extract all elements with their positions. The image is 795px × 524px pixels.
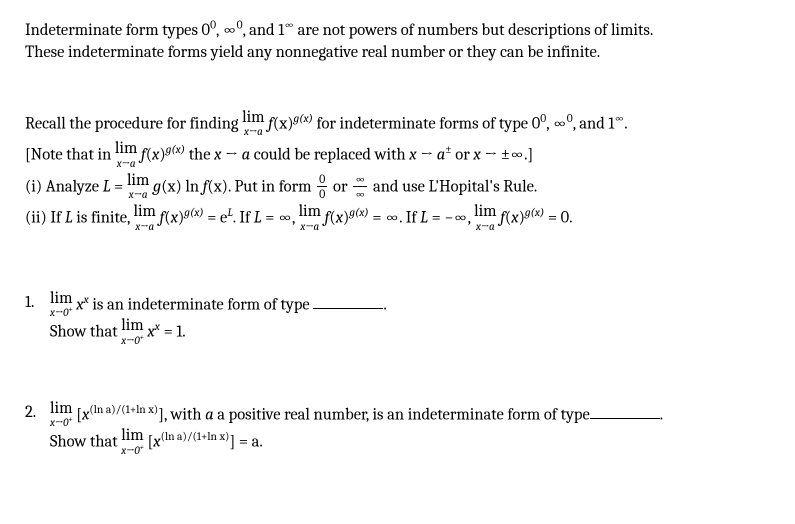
note-line: [Note that in limx→a f(x)g(x) the x → a … [25,142,770,170]
q2-number: 2. [25,402,50,457]
sup-inf: ∞ [284,19,294,32]
recall-line: Recall the procedure for finding limx→a … [25,111,770,139]
limit-expr: limx→a [127,173,149,201]
q1-number: 1. [25,292,50,347]
step-i: (i) Analyze L = limx→a g(x) ln f(x). Put… [25,174,770,202]
intro-text: Indeterminate form types 0 [25,21,210,40]
blank-field [590,403,660,419]
question-2: 2. limx→0+ [x(ln a)/(1+ln x)], with a a … [25,402,770,457]
sup-gx: g(x) [294,112,313,125]
question-1: 1. limx→0+ xx is an indeterminate form o… [25,292,770,347]
fraction-inf-inf: ∞∞ [353,173,367,200]
intro-paragraph: Indeterminate form types 00, ∞0, and 1∞ … [25,20,770,65]
blank-field [313,293,383,309]
limit-expr: limx→a [115,141,137,169]
limit-expr: limx→a [242,110,264,138]
intro-text-2: These indeterminate forms yield any nonn… [25,43,600,62]
step-ii: (ii) If L is finite, limx→a f(x)g(x) = e… [25,205,770,233]
fraction-zero-zero: 00 [317,173,327,200]
